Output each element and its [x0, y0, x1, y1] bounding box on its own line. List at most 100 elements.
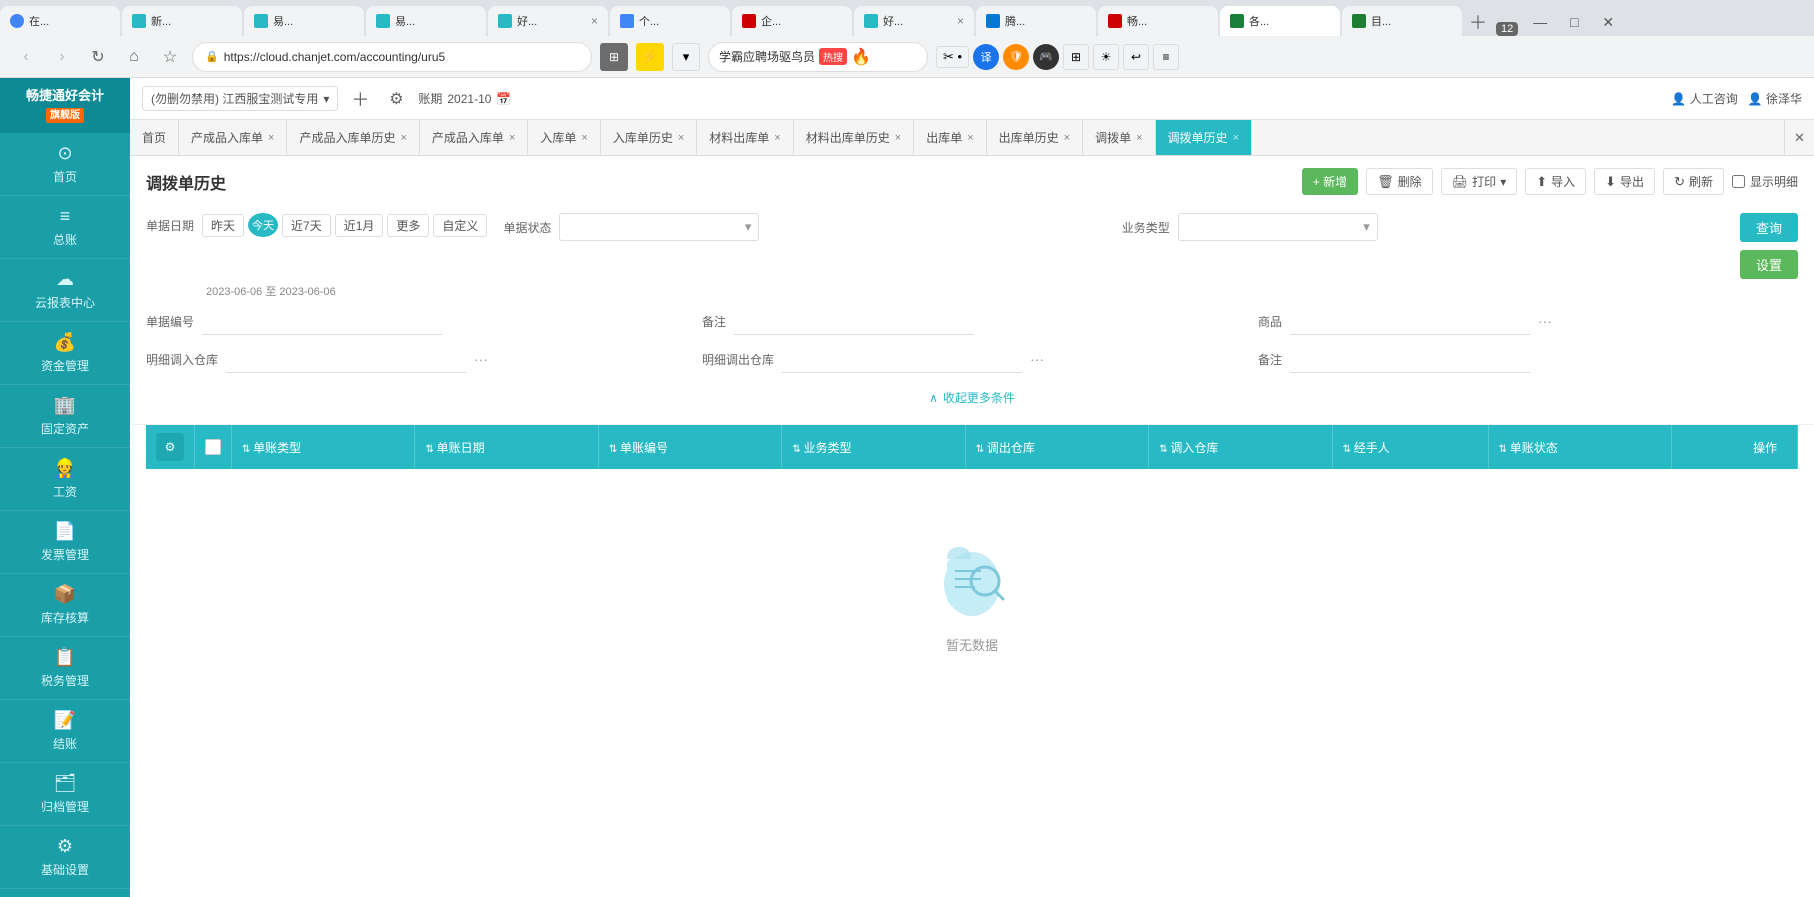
app-tab-close-4[interactable]: ×: [581, 132, 587, 144]
export-button[interactable]: ⬇ 导出: [1594, 168, 1655, 195]
browser-tab-6[interactable]: 个...: [610, 6, 730, 36]
reload-button[interactable]: ↻: [84, 43, 112, 71]
detail-in-input[interactable]: [226, 345, 466, 373]
browser-tab-1[interactable]: 在...: [0, 6, 120, 36]
th-doc-status[interactable]: 单账状态: [1488, 425, 1671, 469]
new-button[interactable]: + 新增: [1302, 168, 1358, 195]
today-button[interactable]: 今天: [248, 213, 278, 237]
th-doc-no[interactable]: 单账编号: [598, 425, 781, 469]
url-input[interactable]: 🔒 https://cloud.chanjet.com/accounting/u…: [192, 42, 592, 72]
goods-more-dots[interactable]: ···: [1538, 313, 1552, 329]
browser-tab-11[interactable]: 各...: [1220, 6, 1340, 36]
app-tab-prod-inbound-2[interactable]: 产成品入库单 ×: [420, 120, 528, 156]
app-tab-close-1[interactable]: ×: [268, 132, 274, 144]
app-tab-mat-outbound[interactable]: 材料出库单 ×: [697, 120, 793, 156]
sidebar-item-ledger[interactable]: ≡ 总账: [0, 196, 130, 259]
browser-tab-10[interactable]: 畅...: [1098, 6, 1218, 36]
app-tab-close-7[interactable]: ×: [895, 132, 901, 144]
consult-label[interactable]: 👤 人工咨询: [1671, 90, 1737, 107]
lightning-icon[interactable]: ⚡: [636, 43, 664, 71]
search-bar[interactable]: 学霸应聘场驱鸟员 热搜 🔥: [708, 42, 928, 72]
import-button[interactable]: ⬆ 导入: [1525, 168, 1586, 195]
adblocker-button[interactable]: 🛡: [1003, 44, 1029, 70]
app-tab-inbound[interactable]: 入库单 ×: [528, 120, 600, 156]
undo-button[interactable]: ↩: [1123, 44, 1149, 70]
browser-tab-3[interactable]: 易...: [244, 6, 364, 36]
sidebar-item-payroll[interactable]: 👷 工资: [0, 448, 130, 511]
th-biz-type[interactable]: 业务类型: [782, 425, 965, 469]
print-button[interactable]: 🖨 打印 ▾: [1441, 168, 1518, 195]
app-tab-home[interactable]: 首页: [130, 120, 179, 156]
th-handler[interactable]: 经手人: [1332, 425, 1488, 469]
browser-tab-5[interactable]: 好... ×: [488, 6, 608, 36]
maximize-button[interactable]: □: [1560, 8, 1588, 36]
app-tab-close-5[interactable]: ×: [678, 132, 684, 144]
browser-tab-7[interactable]: 企...: [732, 6, 852, 36]
sidebar-item-tax[interactable]: 📋 税务管理: [0, 637, 130, 700]
detail-out-input[interactable]: [782, 345, 1022, 373]
refresh-button[interactable]: ↻ 刷新: [1663, 168, 1724, 195]
close-button[interactable]: ✕: [1594, 8, 1622, 36]
browser-tab-2[interactable]: 新...: [122, 6, 242, 36]
sidebar-item-invoice[interactable]: 📄 发票管理: [0, 511, 130, 574]
menu-button[interactable]: ≡: [1153, 44, 1179, 70]
sidebar-item-inventory[interactable]: 📦 库存核算: [0, 574, 130, 637]
sidebar-item-guide[interactable]: 📖 新手引导: [0, 889, 130, 897]
remark2-input[interactable]: [1290, 345, 1530, 373]
biz-type-select[interactable]: [1178, 213, 1378, 241]
app-tab-close-6[interactable]: ×: [774, 132, 780, 144]
detail-out-dots[interactable]: ···: [1030, 351, 1044, 367]
query-button[interactable]: 查询: [1740, 213, 1798, 242]
last7-button[interactable]: 近7天: [282, 214, 331, 237]
set-button[interactable]: 设置: [1740, 250, 1798, 279]
app-tab-close-8[interactable]: ×: [967, 132, 973, 144]
app-tab-close-3[interactable]: ×: [509, 132, 515, 144]
sidebar-item-funds[interactable]: 💰 资金管理: [0, 322, 130, 385]
more-button[interactable]: 更多: [387, 214, 429, 237]
app-tab-outbound-history[interactable]: 出库单历史 ×: [987, 120, 1083, 156]
table-gear-button[interactable]: ⚙: [156, 433, 184, 461]
tab-close-icon[interactable]: ×: [591, 14, 598, 28]
detail-in-dots[interactable]: ···: [474, 351, 488, 367]
th-doc-type[interactable]: 单账类型: [232, 425, 415, 469]
app-tab-close-10[interactable]: ×: [1136, 132, 1142, 144]
bookmark-button[interactable]: ☆: [156, 43, 184, 71]
back-button[interactable]: ‹: [12, 43, 40, 71]
home-button[interactable]: ⌂: [120, 43, 148, 71]
sidebar-item-fixed-assets[interactable]: 🏢 固定资产: [0, 385, 130, 448]
sidebar-logo[interactable]: 畅捷通好会计 旗舰版: [0, 78, 130, 133]
company-selector[interactable]: (勿删勿禁用) 江西服宝测试专用 ▾: [142, 86, 338, 111]
display-checkbox[interactable]: [1732, 175, 1745, 188]
app-tab-close-11[interactable]: ×: [1233, 132, 1239, 144]
app-tab-close-2[interactable]: ×: [400, 132, 406, 144]
goods-input[interactable]: [1290, 307, 1530, 335]
app-tab-prod-inbound-history[interactable]: 产成品入库单历史 ×: [287, 120, 419, 156]
table-select-all-checkbox[interactable]: [205, 439, 221, 455]
sidebar-item-cloud-reports[interactable]: ☁ 云报表中心: [0, 259, 130, 322]
sidebar-item-settings[interactable]: ⚙ 基础设置: [0, 826, 130, 889]
user-avatar[interactable]: 👤 徐泽华: [1748, 90, 1802, 107]
add-company-button[interactable]: ＋: [346, 85, 374, 113]
sidebar-item-closing[interactable]: 📝 结账: [0, 700, 130, 763]
browser-tab-8[interactable]: 好... ×: [854, 6, 974, 36]
status-select[interactable]: [559, 213, 759, 241]
extension-icon[interactable]: ⊞: [600, 43, 628, 71]
app-tab-inbound-history[interactable]: 入库单历史 ×: [601, 120, 697, 156]
th-doc-date[interactable]: 单账日期: [415, 425, 598, 469]
sidebar-item-home[interactable]: ⊙ 首页: [0, 133, 130, 196]
forward-button[interactable]: ›: [48, 43, 76, 71]
docno-input[interactable]: [202, 307, 442, 335]
app-tab-prod-inbound[interactable]: 产成品入库单 ×: [179, 120, 287, 156]
browser-tab-12[interactable]: 目...: [1342, 6, 1462, 36]
app-tab-transfer-history[interactable]: 调拨单历史 ×: [1156, 120, 1252, 156]
browser-tab-4[interactable]: 易...: [366, 6, 486, 36]
th-out-warehouse[interactable]: 调出仓库: [965, 425, 1148, 469]
tab-close-icon[interactable]: ×: [957, 14, 964, 28]
scissors-button[interactable]: ✂ •: [936, 46, 969, 68]
sun-button[interactable]: ☀: [1093, 44, 1119, 70]
app-tab-close-9[interactable]: ×: [1064, 132, 1070, 144]
game-button[interactable]: 🎮: [1033, 44, 1059, 70]
remark-input[interactable]: [734, 307, 974, 335]
sidebar-item-archive[interactable]: 🗂 归档管理: [0, 763, 130, 826]
yesterday-button[interactable]: 昨天: [202, 214, 244, 237]
